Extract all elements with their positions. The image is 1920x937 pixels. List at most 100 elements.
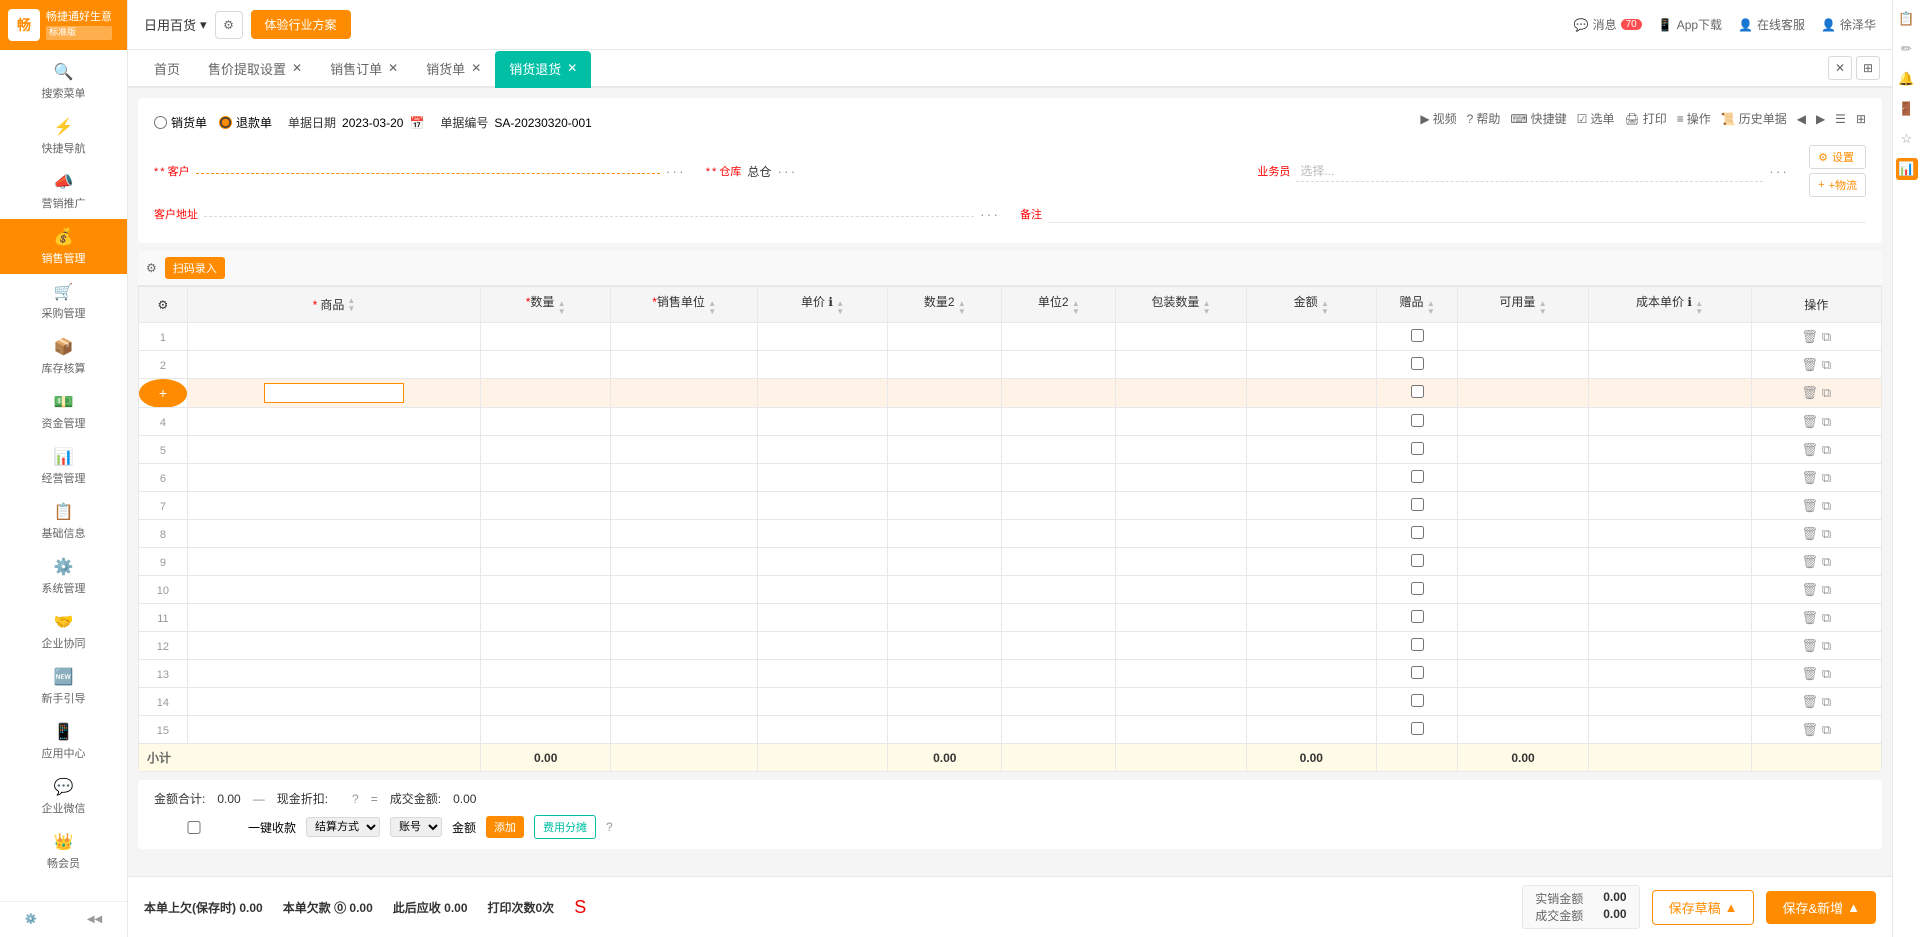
amount-cell[interactable] — [1246, 660, 1376, 688]
gift-checkbox[interactable] — [1411, 442, 1424, 455]
rp-star-icon[interactable]: ☆ — [1896, 128, 1918, 150]
product-cell[interactable] — [187, 548, 480, 576]
pack-qty-cell[interactable] — [1116, 464, 1246, 492]
copy-row-btn[interactable]: ⧉ — [1822, 442, 1831, 458]
product-cell[interactable] — [187, 408, 480, 436]
unit2-cell[interactable] — [1002, 379, 1116, 408]
gift-cell[interactable] — [1376, 520, 1457, 548]
gift-checkbox[interactable] — [1411, 554, 1424, 567]
product-cell[interactable] — [187, 716, 480, 744]
pack-qty-cell[interactable] — [1116, 436, 1246, 464]
gift-checkbox[interactable] — [1411, 470, 1424, 483]
unit2-cell[interactable] — [1002, 436, 1116, 464]
pack-qty-cell[interactable] — [1116, 576, 1246, 604]
radio-sales-input[interactable] — [154, 116, 167, 129]
pack-qty-cell[interactable] — [1116, 716, 1246, 744]
warehouse-dots[interactable]: ··· — [777, 163, 797, 179]
amount-cell[interactable] — [1246, 408, 1376, 436]
qty2-cell[interactable] — [888, 632, 1002, 660]
unit-price-cell[interactable] — [757, 323, 887, 351]
quantity-cell[interactable] — [481, 379, 611, 408]
radio-return[interactable]: 退款单 — [219, 114, 272, 131]
operate-btn[interactable]: ≡ 操作 — [1677, 110, 1711, 127]
copy-row-btn[interactable]: ⧉ — [1822, 470, 1831, 486]
gift-checkbox[interactable] — [1411, 610, 1424, 623]
cost-sort[interactable]: ▲▼ — [1695, 300, 1703, 316]
cost-price-cell[interactable] — [1588, 660, 1751, 688]
sidebar-item-shortcut[interactable]: ⚡ 快捷导航 — [0, 109, 127, 164]
amount-sort[interactable]: ▲▼ — [1321, 300, 1329, 316]
quantity-cell[interactable] — [481, 520, 611, 548]
sidebar-item-guide[interactable]: 🆕 新手引导 — [0, 659, 127, 714]
gift-cell[interactable] — [1376, 464, 1457, 492]
cost-price-cell[interactable] — [1588, 632, 1751, 660]
gift-checkbox[interactable] — [1411, 638, 1424, 651]
save-draft-btn[interactable]: 保存草稿 ▲ — [1652, 890, 1755, 925]
gift-checkbox[interactable] — [1411, 385, 1424, 398]
delete-row-btn[interactable]: 🗑 — [1801, 554, 1818, 570]
product-cell[interactable] — [187, 351, 480, 379]
amount-cell[interactable] — [1246, 548, 1376, 576]
gift-checkbox[interactable] — [1411, 329, 1424, 342]
sidebar-item-marketing[interactable]: 📣 营销推广 — [0, 164, 127, 219]
delete-row-btn[interactable]: 🗑 — [1801, 329, 1818, 345]
unit2-cell[interactable] — [1002, 576, 1116, 604]
pack-qty-cell[interactable] — [1116, 604, 1246, 632]
tab-close-icon[interactable]: ✕ — [388, 61, 398, 75]
sidebar-item-purchase[interactable]: 🛒 采购管理 — [0, 274, 127, 329]
cost-price-cell[interactable] — [1588, 548, 1751, 576]
calendar-icon[interactable]: 📅 — [409, 116, 424, 130]
bank-account-select[interactable]: 账号 — [390, 817, 442, 837]
pack-qty-cell[interactable] — [1116, 351, 1246, 379]
available-cell[interactable] — [1458, 520, 1588, 548]
gift-cell[interactable] — [1376, 408, 1457, 436]
gift-checkbox[interactable] — [1411, 357, 1424, 370]
available-cell[interactable] — [1458, 660, 1588, 688]
qty2-cell[interactable] — [888, 351, 1002, 379]
pack-qty-cell[interactable] — [1116, 379, 1246, 408]
cost-price-cell[interactable] — [1588, 520, 1751, 548]
unit2-cell[interactable] — [1002, 323, 1116, 351]
pack-qty-cell[interactable] — [1116, 548, 1246, 576]
amount-cell[interactable] — [1246, 436, 1376, 464]
unit2-cell[interactable] — [1002, 548, 1116, 576]
available-cell[interactable] — [1458, 408, 1588, 436]
delete-row-btn[interactable]: 🗑 — [1801, 582, 1818, 598]
tab-sales[interactable]: 销货单 ✕ — [412, 51, 495, 88]
sidebar-item-system[interactable]: ⚙️ 系统管理 — [0, 549, 127, 604]
tab-sales-order[interactable]: 销售订单 ✕ — [316, 51, 412, 88]
amount-cell[interactable] — [1246, 716, 1376, 744]
sidebar-item-sales[interactable]: 💰 销售管理 — [0, 219, 127, 274]
sales-unit-cell[interactable] — [611, 660, 758, 688]
qty2-cell[interactable] — [888, 548, 1002, 576]
gift-checkbox[interactable] — [1411, 414, 1424, 427]
list-view-btn[interactable]: ☰ — [1835, 112, 1846, 126]
unit2-cell[interactable] — [1002, 492, 1116, 520]
unit-price-cell[interactable] — [757, 464, 887, 492]
qty2-cell[interactable] — [888, 520, 1002, 548]
sales-unit-cell[interactable] — [611, 351, 758, 379]
unit-price-cell[interactable] — [757, 716, 887, 744]
unit-price-cell[interactable] — [757, 632, 887, 660]
quantity-cell[interactable] — [481, 548, 611, 576]
delete-row-btn[interactable]: 🗑 — [1801, 610, 1818, 626]
sidebar-item-basic[interactable]: 📋 基础信息 — [0, 494, 127, 549]
rp-bell-icon[interactable]: 🔔 — [1896, 68, 1918, 90]
copy-row-btn[interactable]: ⧉ — [1822, 554, 1831, 570]
rp-door-icon[interactable]: 🚪 — [1896, 98, 1918, 120]
app-download-btn[interactable]: 📱 App下载 — [1658, 16, 1722, 33]
product-cell[interactable] — [187, 323, 480, 351]
gift-cell[interactable] — [1376, 660, 1457, 688]
topbar-gear-btn[interactable]: ⚙ — [215, 11, 243, 39]
qty2-cell[interactable] — [888, 576, 1002, 604]
copy-row-btn[interactable]: ⧉ — [1822, 722, 1831, 738]
product-cell[interactable] — [187, 660, 480, 688]
qty2-cell[interactable] — [888, 604, 1002, 632]
video-btn[interactable]: ▶ 视频 — [1420, 110, 1456, 127]
available-cell[interactable] — [1458, 548, 1588, 576]
industry-select[interactable]: 日用百货 ▾ — [144, 15, 207, 34]
amount-cell[interactable] — [1246, 379, 1376, 408]
sales-unit-cell[interactable] — [611, 576, 758, 604]
unit-price-cell[interactable] — [757, 436, 887, 464]
address-input[interactable] — [204, 212, 974, 217]
